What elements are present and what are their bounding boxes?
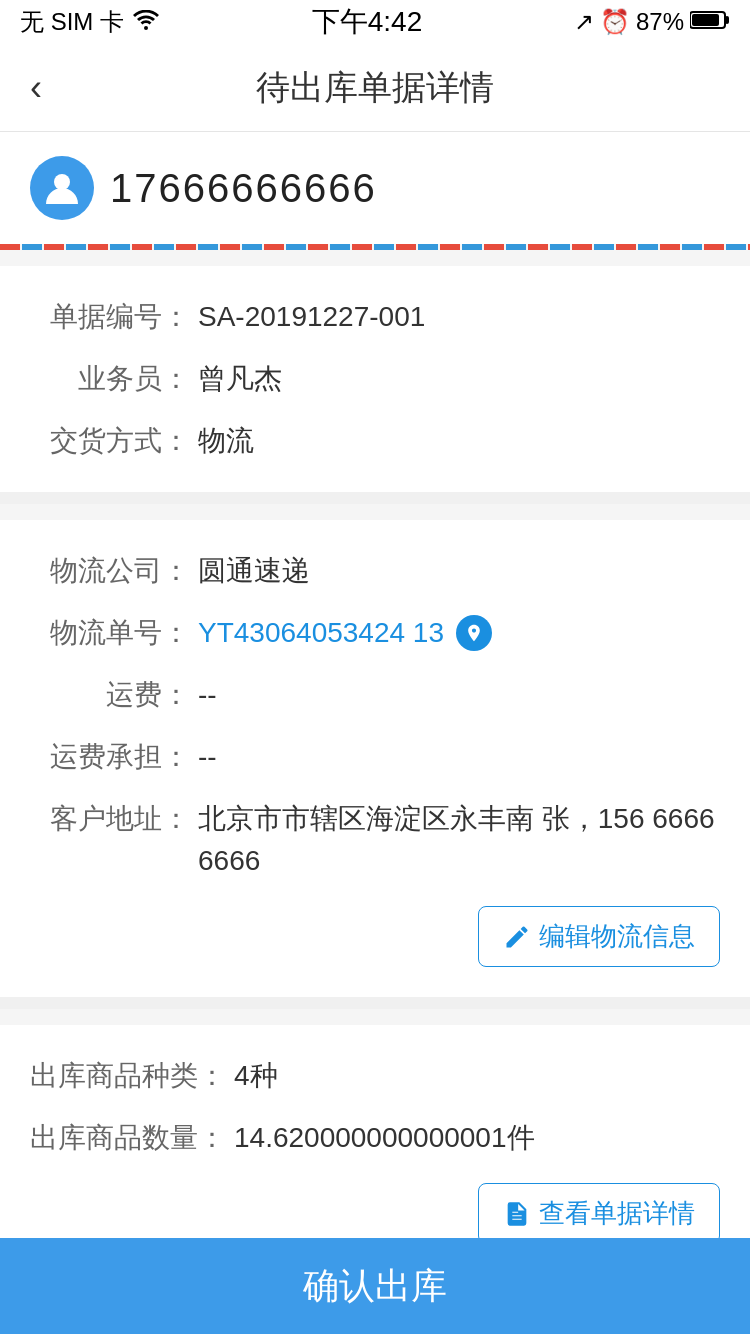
view-detail-button[interactable]: 查看单据详情 <box>478 1183 720 1244</box>
tracking-label: 物流单号： <box>30 612 190 654</box>
back-button[interactable]: ‹ <box>30 67 42 109</box>
svg-rect-2 <box>692 14 719 26</box>
outbound-type-row: 出库商品种类： 4种 <box>30 1055 720 1097</box>
delivery-label: 交货方式： <box>30 420 190 462</box>
section-separator-2 <box>0 997 750 1009</box>
page-title: 待出库单据详情 <box>256 65 494 111</box>
battery-icon <box>690 8 730 36</box>
user-header: 17666666666 <box>0 132 750 244</box>
status-left: 无 SIM 卡 <box>20 6 160 38</box>
document-icon <box>503 1200 531 1228</box>
freight-bearer-row: 运费承担： -- <box>30 736 720 778</box>
document-no-label: 单据编号： <box>30 296 190 338</box>
status-time: 下午4:42 <box>312 3 423 41</box>
status-right: ↗ ⏰ 87% <box>574 8 730 36</box>
user-phone: 17666666666 <box>110 166 377 211</box>
staff-label: 业务员： <box>30 358 190 400</box>
back-icon: ‹ <box>30 67 42 108</box>
tracking-value: YT43064053424 13 <box>198 612 444 654</box>
outbound-quantity-value: 14.620000000000001件 <box>234 1117 720 1159</box>
avatar <box>30 156 94 220</box>
location-status-icon: ↗ <box>574 8 594 36</box>
logistics-company-value: 圆通速递 <box>198 550 720 592</box>
outbound-type-value: 4种 <box>234 1055 720 1097</box>
staff-value: 曾凡杰 <box>198 358 720 400</box>
outbound-type-label: 出库商品种类： <box>30 1055 226 1097</box>
battery-text: 87% <box>636 8 684 36</box>
freight-value: -- <box>198 674 720 716</box>
status-bar: 无 SIM 卡 下午4:42 ↗ ⏰ 87% <box>0 0 750 44</box>
address-value: 北京市市辖区海淀区永丰南 张，156 6666 6666 <box>198 798 720 882</box>
document-no-value: SA-20191227-001 <box>198 296 720 338</box>
logistics-company-row: 物流公司： 圆通速递 <box>30 550 720 592</box>
delivery-value: 物流 <box>198 420 720 462</box>
svg-point-3 <box>54 174 70 190</box>
view-detail-label: 查看单据详情 <box>539 1196 695 1231</box>
basic-info-section: 单据编号： SA-20191227-001 业务员： 曾凡杰 交货方式： 物流 <box>0 266 750 492</box>
edit-logistics-label: 编辑物流信息 <box>539 919 695 954</box>
outbound-quantity-label: 出库商品数量： <box>30 1117 226 1159</box>
freight-bearer-label: 运费承担： <box>30 736 190 778</box>
edit-logistics-button[interactable]: 编辑物流信息 <box>478 906 720 967</box>
confirm-outbound-button[interactable]: 确认出库 <box>0 1238 750 1334</box>
svg-rect-1 <box>725 16 729 24</box>
nav-bar: ‹ 待出库单据详情 <box>0 44 750 132</box>
outbound-section: 出库商品种类： 4种 出库商品数量： 14.620000000000001件 查… <box>0 1025 750 1274</box>
tracking-location-icon[interactable] <box>456 615 492 651</box>
tracking-value-wrap: YT43064053424 13 <box>198 612 720 654</box>
delivery-row: 交货方式： 物流 <box>30 420 720 462</box>
wifi-icon <box>132 8 160 36</box>
carrier-text: 无 SIM 卡 <box>20 6 124 38</box>
logistics-section: 物流公司： 圆通速递 物流单号： YT43064053424 13 运费： --… <box>0 520 750 997</box>
address-row: 客户地址： 北京市市辖区海淀区永丰南 张，156 6666 6666 <box>30 798 720 882</box>
view-detail-action: 查看单据详情 <box>30 1183 720 1244</box>
document-no-row: 单据编号： SA-20191227-001 <box>30 296 720 338</box>
staff-row: 业务员： 曾凡杰 <box>30 358 720 400</box>
logistics-company-label: 物流公司： <box>30 550 190 592</box>
outbound-quantity-row: 出库商品数量： 14.620000000000001件 <box>30 1117 720 1159</box>
edit-logistics-action: 编辑物流信息 <box>30 906 720 967</box>
dashed-divider <box>0 244 750 250</box>
section-separator-1 <box>0 492 750 504</box>
freight-label: 运费： <box>30 674 190 716</box>
tracking-row: 物流单号： YT43064053424 13 <box>30 612 720 654</box>
alarm-icon: ⏰ <box>600 8 630 36</box>
freight-row: 运费： -- <box>30 674 720 716</box>
edit-icon <box>503 923 531 951</box>
freight-bearer-value: -- <box>198 736 720 778</box>
confirm-outbound-label: 确认出库 <box>303 1262 447 1311</box>
address-label: 客户地址： <box>30 798 190 840</box>
